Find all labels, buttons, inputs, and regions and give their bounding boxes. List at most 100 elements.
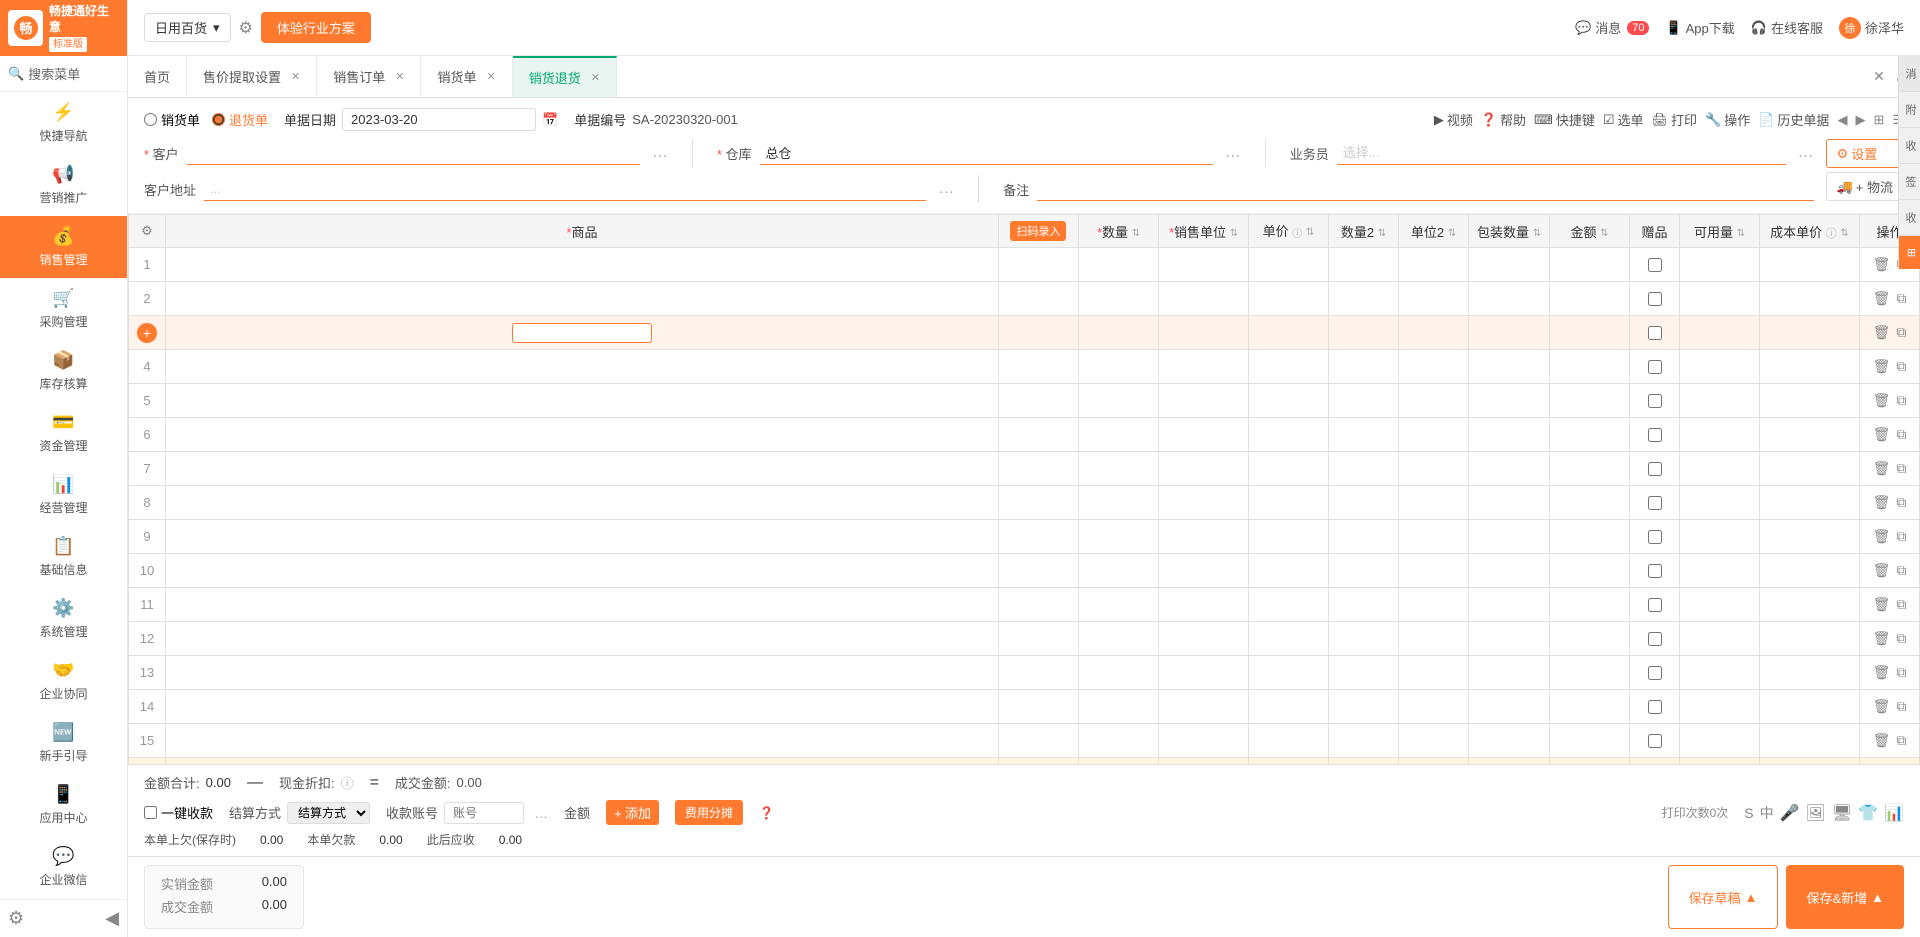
message-btn[interactable]: 💬 消息 70 bbox=[1575, 18, 1649, 37]
amount-cell-13[interactable] bbox=[1550, 656, 1630, 690]
amount-cell-7[interactable] bbox=[1550, 452, 1630, 486]
customer-select-btn[interactable]: … bbox=[652, 144, 668, 162]
pack-cell-2[interactable] bbox=[1468, 282, 1549, 316]
unit2-cell-4[interactable] bbox=[1398, 350, 1468, 384]
close-icon[interactable]: ✕ bbox=[291, 70, 300, 83]
delete-icon-9[interactable]: 🗑 bbox=[1873, 528, 1891, 545]
calendar-icon[interactable]: 📅 bbox=[542, 112, 558, 128]
one-click-check[interactable] bbox=[144, 806, 157, 819]
delete-icon-14[interactable]: 🗑 bbox=[1873, 698, 1891, 715]
product-cell-2[interactable] bbox=[166, 282, 999, 316]
print-btn[interactable]: 🖨 打印 bbox=[1652, 110, 1698, 129]
gift-check-7[interactable] bbox=[1648, 462, 1662, 476]
pack-cell-3[interactable] bbox=[1468, 316, 1549, 350]
help-circle-icon[interactable]: ⓘ bbox=[341, 773, 354, 792]
gift-cell-13[interactable] bbox=[1630, 656, 1680, 690]
warehouse-input[interactable] bbox=[760, 141, 1213, 165]
col-settings-icon[interactable]: ⚙ bbox=[141, 223, 153, 238]
qty2-cell-5[interactable] bbox=[1328, 384, 1398, 418]
price-cell-10[interactable] bbox=[1248, 554, 1328, 588]
qty-cell-15[interactable] bbox=[1078, 724, 1158, 758]
industry-select[interactable]: 日用百货 ▾ bbox=[144, 13, 231, 42]
delete-icon-8[interactable]: 🗑 bbox=[1873, 494, 1891, 511]
copy-icon-9[interactable]: ⧉ bbox=[1896, 528, 1906, 545]
amount-cell-5[interactable] bbox=[1550, 384, 1630, 418]
price-cell-11[interactable] bbox=[1248, 588, 1328, 622]
pack-cell-4[interactable] bbox=[1468, 350, 1549, 384]
product-cell-13[interactable] bbox=[166, 656, 999, 690]
video-btn[interactable]: ▶ 视频 bbox=[1434, 110, 1473, 129]
shirt-icon[interactable]: 👕 bbox=[1858, 803, 1878, 823]
gift-check-9[interactable] bbox=[1648, 530, 1662, 544]
pack-cell-10[interactable] bbox=[1468, 554, 1549, 588]
delete-icon-4[interactable]: 🗑 bbox=[1873, 358, 1891, 375]
product-cell-5[interactable] bbox=[166, 384, 999, 418]
delete-icon-5[interactable]: 🗑 bbox=[1873, 392, 1891, 409]
gift-cell-6[interactable] bbox=[1630, 418, 1680, 452]
qty2-cell-3[interactable] bbox=[1328, 316, 1398, 350]
price-cell-14[interactable] bbox=[1248, 690, 1328, 724]
account-dots-icon[interactable]: … bbox=[534, 805, 548, 821]
unit-sort-icon[interactable]: ⇅ bbox=[1230, 228, 1238, 239]
qty-cell-12[interactable] bbox=[1078, 622, 1158, 656]
pack-cell-9[interactable] bbox=[1468, 520, 1549, 554]
gift-cell-1[interactable] bbox=[1630, 248, 1680, 282]
logistics-btn[interactable]: 🚚 + 物流 bbox=[1826, 172, 1904, 201]
sgr-icon[interactable]: S bbox=[1744, 805, 1753, 821]
salesperson-select-btn[interactable]: … bbox=[1798, 144, 1814, 162]
gift-cell-12[interactable] bbox=[1630, 622, 1680, 656]
price-info-icon[interactable]: ⓘ bbox=[1292, 230, 1302, 241]
gift-check-6[interactable] bbox=[1648, 428, 1662, 442]
unit-cell-1[interactable] bbox=[1158, 248, 1248, 282]
product-cell-15[interactable] bbox=[166, 724, 999, 758]
pack-cell-1[interactable] bbox=[1468, 248, 1549, 282]
amount-cell-3[interactable] bbox=[1550, 316, 1630, 350]
unit2-cell-8[interactable] bbox=[1398, 486, 1468, 520]
amount-cell-6[interactable] bbox=[1550, 418, 1630, 452]
product-cell-11[interactable] bbox=[166, 588, 999, 622]
qty-cell-4[interactable] bbox=[1078, 350, 1158, 384]
gift-check-4[interactable] bbox=[1648, 360, 1662, 374]
unit-cell-7[interactable] bbox=[1158, 452, 1248, 486]
select-btn[interactable]: ☑ 选单 bbox=[1603, 110, 1644, 129]
unit-cell-11[interactable] bbox=[1158, 588, 1248, 622]
gift-check-13[interactable] bbox=[1648, 666, 1662, 680]
price-cell-3[interactable] bbox=[1248, 316, 1328, 350]
copy-icon-15[interactable]: ⧉ bbox=[1896, 732, 1906, 749]
pack-cell-14[interactable] bbox=[1468, 690, 1549, 724]
copy-icon-3[interactable]: ⧉ bbox=[1896, 324, 1906, 341]
float-btn-3[interactable]: 收 bbox=[1899, 128, 1920, 164]
unit2-cell-10[interactable] bbox=[1398, 554, 1468, 588]
settings-icon[interactable]: ⚙ bbox=[239, 18, 253, 38]
price-sort-icon[interactable]: ⇅ bbox=[1306, 228, 1314, 239]
unit2-cell-14[interactable] bbox=[1398, 690, 1468, 724]
product-cell-4[interactable] bbox=[166, 350, 999, 384]
qty-cell-13[interactable] bbox=[1078, 656, 1158, 690]
gift-cell-7[interactable] bbox=[1630, 452, 1680, 486]
qty2-cell-13[interactable] bbox=[1328, 656, 1398, 690]
copy-icon-10[interactable]: ⧉ bbox=[1896, 562, 1906, 579]
grid-icon[interactable]: ⊞ bbox=[1873, 112, 1884, 128]
unit2-cell-6[interactable] bbox=[1398, 418, 1468, 452]
scan-btn[interactable]: 扫码录入 bbox=[1010, 221, 1066, 241]
unit-cell-12[interactable] bbox=[1158, 622, 1248, 656]
price-cell-5[interactable] bbox=[1248, 384, 1328, 418]
tab-home[interactable]: 首页 bbox=[128, 57, 187, 96]
gift-cell-3[interactable] bbox=[1630, 316, 1680, 350]
pack-cell-11[interactable] bbox=[1468, 588, 1549, 622]
unit2-cell-11[interactable] bbox=[1398, 588, 1468, 622]
delete-icon-6[interactable]: 🗑 bbox=[1873, 426, 1891, 443]
copy-icon-5[interactable]: ⧉ bbox=[1896, 392, 1906, 409]
float-btn-2[interactable]: 附 bbox=[1899, 92, 1920, 128]
copy-icon-12[interactable]: ⧉ bbox=[1896, 630, 1906, 647]
delete-icon-15[interactable]: 🗑 bbox=[1873, 732, 1891, 749]
product-input-3[interactable] bbox=[512, 323, 652, 343]
delete-icon-11[interactable]: 🗑 bbox=[1873, 596, 1891, 613]
pack-cell-13[interactable] bbox=[1468, 656, 1549, 690]
gift-cell-10[interactable] bbox=[1630, 554, 1680, 588]
unit2-cell-5[interactable] bbox=[1398, 384, 1468, 418]
add-btn[interactable]: + 添加 bbox=[606, 800, 659, 825]
unit2-cell-2[interactable] bbox=[1398, 282, 1468, 316]
sidebar-item-inventory[interactable]: 📦 库存核算 bbox=[0, 340, 127, 402]
next-icon[interactable]: ▶ bbox=[1855, 112, 1865, 128]
